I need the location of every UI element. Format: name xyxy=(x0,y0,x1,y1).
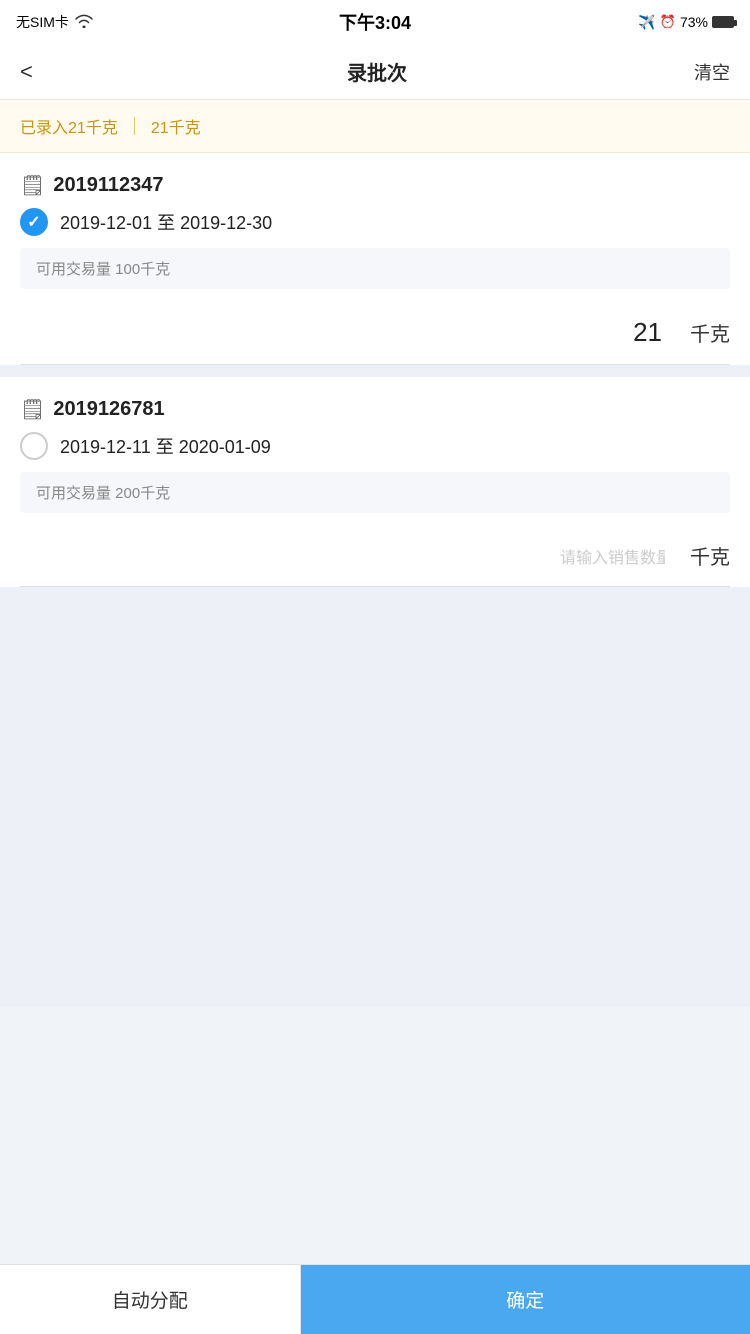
alarm-icon: ⏰ xyxy=(660,14,676,30)
status-right: ✈️ ⏰ 73% xyxy=(638,14,734,31)
batch2-input-row: 千克 xyxy=(20,529,730,587)
wifi-icon xyxy=(75,14,93,31)
status-left: 无SIM卡 xyxy=(16,12,93,32)
batch2-avail-label: 可用交易量 200千克 xyxy=(36,485,170,502)
battery-icon xyxy=(712,16,734,28)
batch1-avail-label: 可用交易量 100千克 xyxy=(36,261,170,278)
confirm-button[interactable]: 确定 xyxy=(301,1265,750,1334)
status-bar: 无SIM卡 下午3:04 ✈️ ⏰ 73% xyxy=(0,0,750,44)
status-time: 下午3:04 xyxy=(339,9,411,35)
batch2-icon: 🗒 xyxy=(20,397,45,422)
empty-area xyxy=(0,587,750,1007)
batch2-row: 2019-12-11 至 2020-01-09 xyxy=(20,432,730,460)
clear-button[interactable]: 清空 xyxy=(694,59,730,85)
batch1-header: 🗒 2019112347 xyxy=(20,173,730,198)
card-divider-1 xyxy=(0,365,750,377)
batch2-qty-input[interactable] xyxy=(560,543,680,569)
batch2-avail-box: 可用交易量 200千克 xyxy=(20,472,730,513)
batch-card-1: 🗒 2019112347 2019-12-01 至 2019-12-30 可用交… xyxy=(0,153,750,365)
total-amount: 21千克 xyxy=(151,114,201,138)
batch2-id: 2019126781 xyxy=(53,398,164,421)
page-title: 录批次 xyxy=(347,57,407,86)
recorded-amount: 已录入21千克 xyxy=(20,114,118,138)
batch1-radio[interactable] xyxy=(20,208,48,236)
info-banner: 已录入21千克 21千克 xyxy=(0,100,750,153)
back-button[interactable]: < xyxy=(20,59,60,85)
batch2-date-range: 2019-12-11 至 2020-01-09 xyxy=(60,433,271,459)
batch1-id: 2019112347 xyxy=(53,174,163,197)
batch2-radio[interactable] xyxy=(20,432,48,460)
banner-divider xyxy=(134,117,135,135)
batch1-date-range: 2019-12-01 至 2019-12-30 xyxy=(60,209,272,235)
location-icon: ✈️ xyxy=(638,14,655,31)
nav-bar: < 录批次 清空 xyxy=(0,44,750,100)
batch1-avail-box: 可用交易量 100千克 xyxy=(20,248,730,289)
batch1-unit: 千克 xyxy=(690,318,730,347)
batch1-icon: 🗒 xyxy=(20,173,45,198)
batch1-qty-value: 21 xyxy=(633,317,662,348)
batch1-row: 2019-12-01 至 2019-12-30 xyxy=(20,208,730,236)
batch2-unit: 千克 xyxy=(690,541,730,570)
batch-card-2: 🗒 2019126781 2019-12-11 至 2020-01-09 可用交… xyxy=(0,377,750,587)
carrier-label: 无SIM卡 xyxy=(16,12,69,32)
batch2-header: 🗒 2019126781 xyxy=(20,397,730,422)
auto-distribute-button[interactable]: 自动分配 xyxy=(0,1265,301,1334)
batch1-qty-row: 21 千克 xyxy=(20,305,730,365)
bottom-bar: 自动分配 确定 xyxy=(0,1264,750,1334)
battery-percent: 73% xyxy=(680,14,708,30)
